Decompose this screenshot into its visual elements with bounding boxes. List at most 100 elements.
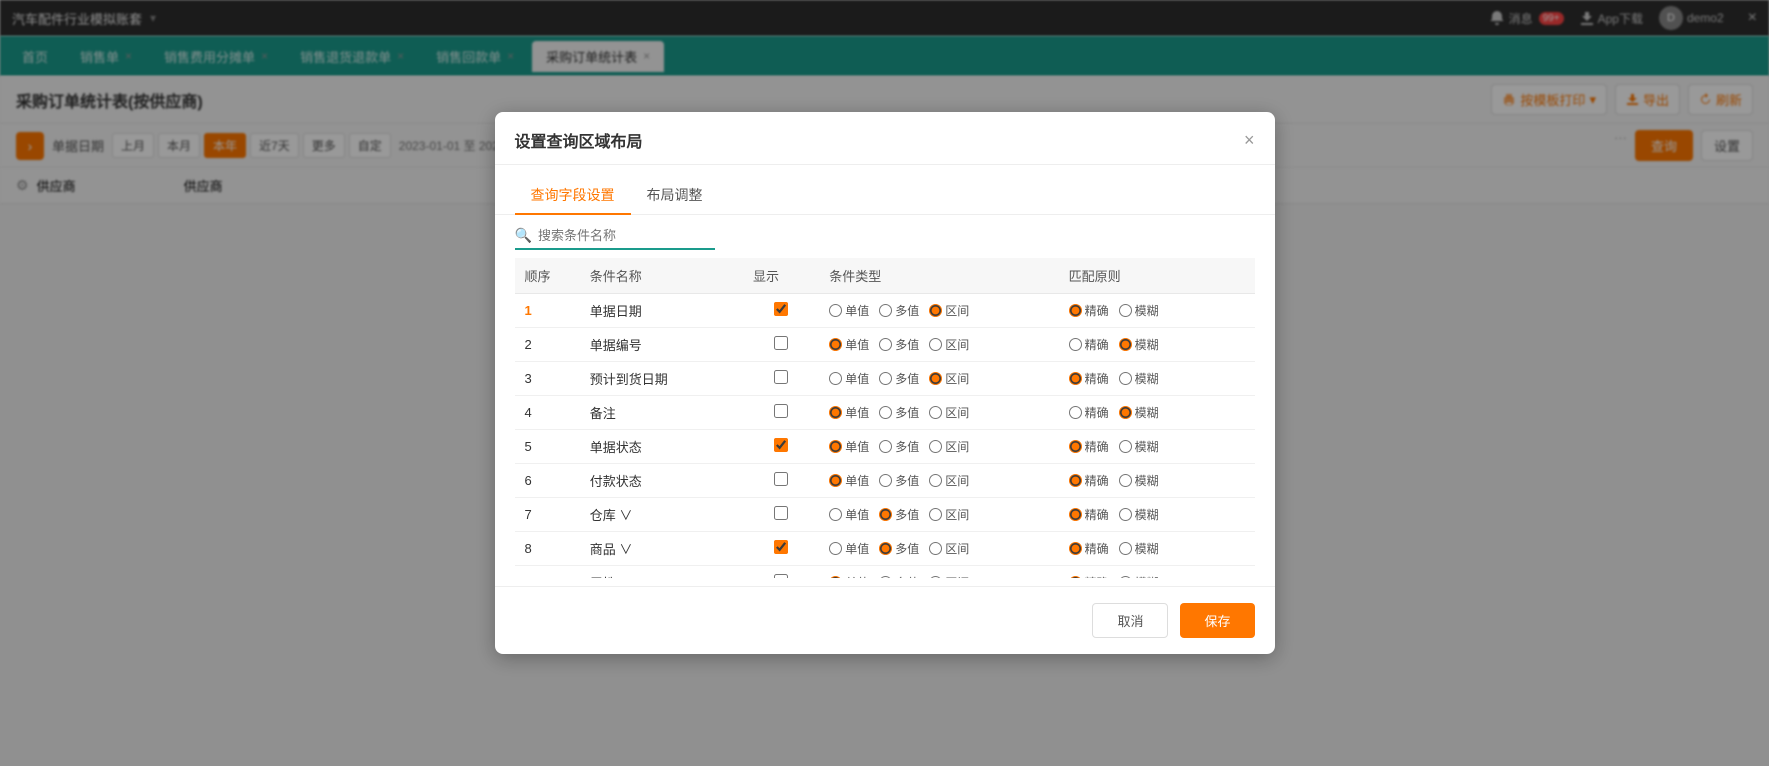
match-radio-精确[interactable] xyxy=(1069,406,1082,419)
match-radio-label[interactable]: 精确 xyxy=(1069,336,1109,353)
match-radio-精确[interactable] xyxy=(1069,542,1082,555)
type-radio-label[interactable]: 区间 xyxy=(929,574,969,578)
type-radio-label[interactable]: 多值 xyxy=(879,438,919,455)
dialog-close-button[interactable]: × xyxy=(1244,131,1255,149)
match-radio-模糊[interactable] xyxy=(1119,542,1132,555)
match-radio-label[interactable]: 模糊 xyxy=(1119,574,1159,578)
type-radio-区间[interactable] xyxy=(929,542,942,555)
tab-query-fields[interactable]: 查询字段设置 xyxy=(515,177,631,215)
show-checkbox[interactable] xyxy=(774,472,788,486)
type-radio-区间[interactable] xyxy=(929,338,942,351)
match-radio-label[interactable]: 模糊 xyxy=(1119,472,1159,489)
type-radio-label[interactable]: 单值 xyxy=(829,404,869,421)
type-radio-多值[interactable] xyxy=(879,304,892,317)
type-radio-label[interactable]: 区间 xyxy=(929,370,969,387)
show-checkbox[interactable] xyxy=(774,540,788,554)
match-radio-label[interactable]: 模糊 xyxy=(1119,404,1159,421)
type-radio-label[interactable]: 多值 xyxy=(879,302,919,319)
type-radio-区间[interactable] xyxy=(929,406,942,419)
type-radio-label[interactable]: 单值 xyxy=(829,336,869,353)
match-radio-label[interactable]: 模糊 xyxy=(1119,540,1159,557)
type-radio-单值[interactable] xyxy=(829,474,842,487)
match-radio-模糊[interactable] xyxy=(1119,474,1132,487)
type-radio-label[interactable]: 多值 xyxy=(879,336,919,353)
show-checkbox[interactable] xyxy=(774,506,788,520)
type-radio-区间[interactable] xyxy=(929,576,942,578)
match-radio-精确[interactable] xyxy=(1069,338,1082,351)
match-radio-精确[interactable] xyxy=(1069,508,1082,521)
match-radio-label[interactable]: 精确 xyxy=(1069,540,1109,557)
match-radio-精确[interactable] xyxy=(1069,576,1082,578)
type-radio-多值[interactable] xyxy=(879,508,892,521)
type-radio-多值[interactable] xyxy=(879,406,892,419)
type-radio-label[interactable]: 单值 xyxy=(829,370,869,387)
type-radio-单值[interactable] xyxy=(829,338,842,351)
type-radio-多值[interactable] xyxy=(879,542,892,555)
type-radio-多值[interactable] xyxy=(879,338,892,351)
match-radio-label[interactable]: 精确 xyxy=(1069,404,1109,421)
match-radio-模糊[interactable] xyxy=(1119,440,1132,453)
type-radio-多值[interactable] xyxy=(879,372,892,385)
type-radio-label[interactable]: 多值 xyxy=(879,574,919,578)
type-radio-区间[interactable] xyxy=(929,508,942,521)
type-radio-单值[interactable] xyxy=(829,406,842,419)
type-radio-单值[interactable] xyxy=(829,576,842,578)
match-radio-精确[interactable] xyxy=(1069,440,1082,453)
type-radio-label[interactable]: 多值 xyxy=(879,404,919,421)
search-input[interactable] xyxy=(538,228,698,243)
match-radio-模糊[interactable] xyxy=(1119,372,1132,385)
show-checkbox[interactable] xyxy=(774,336,788,350)
match-radio-label[interactable]: 模糊 xyxy=(1119,438,1159,455)
match-radio-label[interactable]: 精确 xyxy=(1069,370,1109,387)
match-radio-label[interactable]: 精确 xyxy=(1069,438,1109,455)
type-radio-label[interactable]: 区间 xyxy=(929,540,969,557)
match-radio-label[interactable]: 模糊 xyxy=(1119,370,1159,387)
show-checkbox[interactable] xyxy=(774,438,788,452)
type-radio-label[interactable]: 单值 xyxy=(829,472,869,489)
type-radio-单值[interactable] xyxy=(829,508,842,521)
type-radio-单值[interactable] xyxy=(829,304,842,317)
show-checkbox[interactable] xyxy=(774,404,788,418)
type-radio-单值[interactable] xyxy=(829,372,842,385)
type-radio-单值[interactable] xyxy=(829,440,842,453)
type-radio-label[interactable]: 单值 xyxy=(829,506,869,523)
type-radio-label[interactable]: 多值 xyxy=(879,540,919,557)
type-radio-label[interactable]: 区间 xyxy=(929,472,969,489)
match-radio-label[interactable]: 模糊 xyxy=(1119,506,1159,523)
show-checkbox[interactable] xyxy=(774,302,788,316)
type-radio-区间[interactable] xyxy=(929,474,942,487)
match-radio-模糊[interactable] xyxy=(1119,406,1132,419)
match-radio-label[interactable]: 精确 xyxy=(1069,302,1109,319)
match-radio-label[interactable]: 模糊 xyxy=(1119,336,1159,353)
type-radio-label[interactable]: 区间 xyxy=(929,336,969,353)
type-radio-label[interactable]: 单值 xyxy=(829,438,869,455)
save-button[interactable]: 保存 xyxy=(1180,603,1254,638)
type-radio-区间[interactable] xyxy=(929,372,942,385)
match-radio-模糊[interactable] xyxy=(1119,576,1132,578)
type-radio-label[interactable]: 区间 xyxy=(929,404,969,421)
type-radio-label[interactable]: 区间 xyxy=(929,506,969,523)
type-radio-label[interactable]: 单值 xyxy=(829,574,869,578)
match-radio-精确[interactable] xyxy=(1069,474,1082,487)
type-radio-多值[interactable] xyxy=(879,440,892,453)
type-radio-多值[interactable] xyxy=(879,474,892,487)
type-radio-label[interactable]: 单值 xyxy=(829,540,869,557)
type-radio-label[interactable]: 多值 xyxy=(879,506,919,523)
match-radio-模糊[interactable] xyxy=(1119,338,1132,351)
type-radio-label[interactable]: 区间 xyxy=(929,302,969,319)
match-radio-label[interactable]: 精确 xyxy=(1069,472,1109,489)
type-radio-单值[interactable] xyxy=(829,542,842,555)
match-radio-精确[interactable] xyxy=(1069,304,1082,317)
match-radio-精确[interactable] xyxy=(1069,372,1082,385)
type-radio-label[interactable]: 单值 xyxy=(829,302,869,319)
match-radio-label[interactable]: 模糊 xyxy=(1119,302,1159,319)
match-radio-模糊[interactable] xyxy=(1119,304,1132,317)
show-checkbox[interactable] xyxy=(774,574,788,578)
type-radio-区间[interactable] xyxy=(929,304,942,317)
show-checkbox[interactable] xyxy=(774,370,788,384)
type-radio-label[interactable]: 多值 xyxy=(879,370,919,387)
match-radio-label[interactable]: 精确 xyxy=(1069,506,1109,523)
cancel-button[interactable]: 取消 xyxy=(1092,603,1168,638)
type-radio-区间[interactable] xyxy=(929,440,942,453)
type-radio-label[interactable]: 区间 xyxy=(929,438,969,455)
